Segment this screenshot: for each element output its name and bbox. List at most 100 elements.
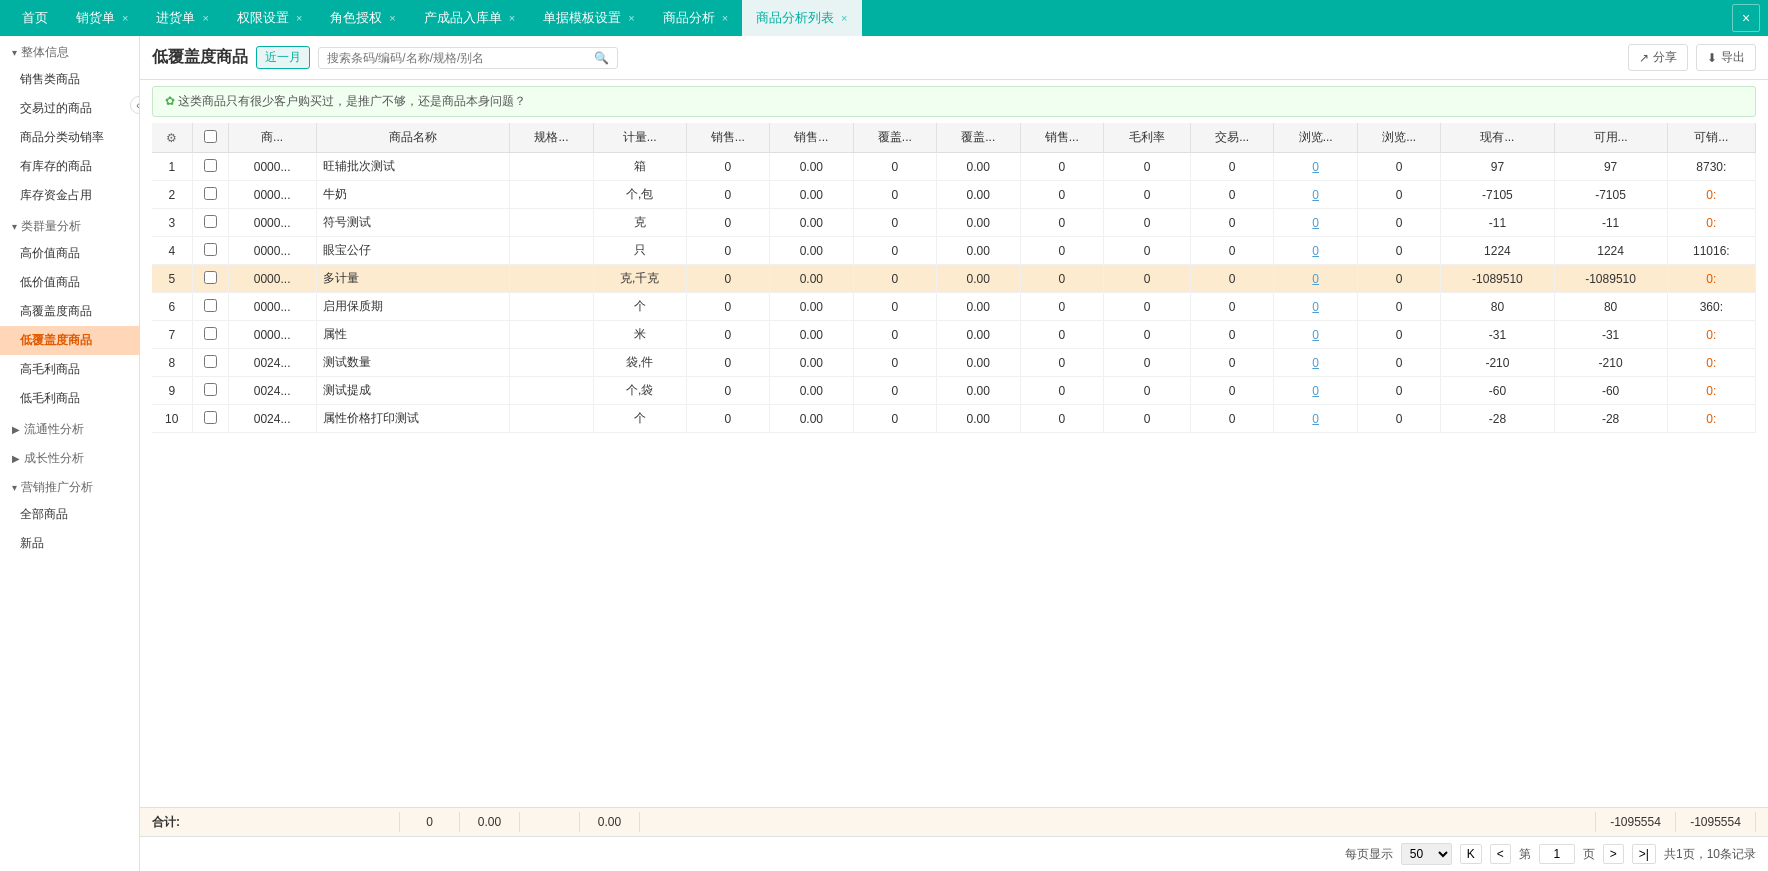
nav-purchase-close[interactable]: × — [202, 12, 208, 24]
sidebar-section-marketing[interactable]: ▾ 营销推广分析 — [0, 471, 139, 500]
table-cell: 0 — [1357, 265, 1440, 293]
page-number-input[interactable] — [1539, 844, 1575, 864]
sidebar-item-high-gross[interactable]: 高毛利商品 — [0, 355, 139, 384]
table-cell: 0 — [686, 377, 769, 405]
sidebar-item-in-stock[interactable]: 有库存的商品 — [0, 152, 139, 181]
table-cell: 0 — [1190, 321, 1273, 349]
sidebar-section-liquidity[interactable]: ▶ 流通性分析 — [0, 413, 139, 442]
total-records: 共1页，10条记录 — [1664, 846, 1756, 863]
table-cell[interactable] — [192, 153, 228, 181]
sidebar-item-sales-goods[interactable]: 销售类商品 — [0, 65, 139, 94]
sidebar-item-low-gross[interactable]: 低毛利商品 — [0, 384, 139, 413]
table-cell[interactable] — [192, 209, 228, 237]
nav-goods-analysis-close[interactable]: × — [722, 12, 728, 24]
table-cell: 0.00 — [770, 377, 853, 405]
sidebar-item-high-coverage[interactable]: 高覆盖度商品 — [0, 297, 139, 326]
table-cell[interactable] — [192, 405, 228, 433]
nav-home[interactable]: 首页 — [8, 0, 62, 36]
prev-page-button[interactable]: < — [1490, 844, 1511, 864]
table-cell: 0 — [1357, 181, 1440, 209]
nav-product-inbound-close[interactable]: × — [509, 12, 515, 24]
last-page-button[interactable]: >| — [1632, 844, 1656, 864]
share-button[interactable]: ↗ 分享 — [1628, 44, 1688, 71]
table-cell: 0024... — [228, 349, 316, 377]
next-page-button[interactable]: > — [1603, 844, 1624, 864]
sidebar-item-all-goods[interactable]: 全部商品 — [0, 500, 139, 529]
table-cell: 360: — [1667, 293, 1755, 321]
sidebar-section-cluster[interactable]: ▾ 类群量分析 — [0, 210, 139, 239]
col-code: 商... — [228, 123, 316, 153]
table-row: 50000...多计量克,千克00.0000.0000000-1089510-1… — [152, 265, 1756, 293]
table-cell: 0 — [1020, 153, 1103, 181]
sidebar-section-overall[interactable]: ▾ 整体信息 — [0, 36, 139, 65]
info-banner: ✿ 这类商品只有很少客户购买过，是推广不够，还是商品本身问题？ — [152, 86, 1756, 117]
sidebar-item-low-value[interactable]: 低价值商品 — [0, 268, 139, 297]
sidebar-item-traded-goods[interactable]: 交易过的商品 — [0, 94, 139, 123]
section-arrow-overall: ▾ — [12, 47, 17, 58]
sidebar-item-category-rate[interactable]: 商品分类动销率 — [0, 123, 139, 152]
table-cell[interactable] — [192, 349, 228, 377]
nav-purchase[interactable]: 进货单 × — [142, 0, 222, 36]
sidebar: « ▾ 整体信息 销售类商品 交易过的商品 商品分类动销率 有库存的商品 库存资… — [0, 36, 140, 871]
table-cell: 0 — [1103, 293, 1190, 321]
nav-sales-close[interactable]: × — [122, 12, 128, 24]
table-cell: 0.00 — [770, 265, 853, 293]
sidebar-item-low-coverage[interactable]: 低覆盖度商品 — [0, 326, 139, 355]
table-cell: 0 — [1274, 293, 1357, 321]
table-cell[interactable] — [192, 181, 228, 209]
table-cell: 属性 — [316, 321, 510, 349]
nav-role[interactable]: 角色授权 × — [316, 0, 409, 36]
table-cell: 0.00 — [937, 237, 1020, 265]
table-cell: 多计量 — [316, 265, 510, 293]
table-row: 40000...眼宝公仔只00.0000.0000000122412241101… — [152, 237, 1756, 265]
nav-permission[interactable]: 权限设置 × — [223, 0, 316, 36]
table-cell[interactable] — [192, 237, 228, 265]
table-cell: 0 — [1103, 265, 1190, 293]
table-cell: 97 — [1554, 153, 1667, 181]
nav-template-close[interactable]: × — [628, 12, 634, 24]
sidebar-item-new-goods[interactable]: 新品 — [0, 529, 139, 558]
section-arrow-liquidity: ▶ — [12, 424, 20, 435]
table-cell: 10 — [152, 405, 192, 433]
table-cell[interactable] — [192, 293, 228, 321]
table-cell — [510, 181, 593, 209]
table-cell: 只 — [593, 237, 686, 265]
table-cell: 符号测试 — [316, 209, 510, 237]
table-cell: 0 — [686, 153, 769, 181]
table-cell: 4 — [152, 237, 192, 265]
nav-template-settings[interactable]: 单据模板设置 × — [529, 0, 648, 36]
page-size-select[interactable]: 50 100 200 — [1401, 843, 1452, 865]
table-cell: -28 — [1554, 405, 1667, 433]
table-cell: 0 — [1020, 349, 1103, 377]
nav-goods-analysis-list-close[interactable]: × — [841, 12, 847, 24]
sidebar-item-high-value[interactable]: 高价值商品 — [0, 239, 139, 268]
search-input[interactable] — [327, 51, 590, 65]
search-icon[interactable]: 🔍 — [594, 51, 609, 65]
table-cell: -31 — [1441, 321, 1554, 349]
select-all-checkbox[interactable] — [204, 130, 217, 143]
window-close-button[interactable]: × — [1732, 4, 1760, 32]
nav-goods-analysis-list[interactable]: 商品分析列表 × — [742, 0, 861, 36]
filter-button[interactable]: 近一月 — [256, 46, 310, 69]
nav-permission-close[interactable]: × — [296, 12, 302, 24]
table-cell[interactable] — [192, 321, 228, 349]
nav-sales[interactable]: 销货单 × — [62, 0, 142, 36]
table-cell: 0000... — [228, 293, 316, 321]
nav-role-close[interactable]: × — [389, 12, 395, 24]
col-trade: 交易... — [1190, 123, 1273, 153]
table-cell: 0: — [1667, 377, 1755, 405]
table-cell: 0 — [1274, 405, 1357, 433]
table-cell[interactable] — [192, 377, 228, 405]
first-page-button[interactable]: K — [1460, 844, 1482, 864]
col-checkbox[interactable] — [192, 123, 228, 153]
table-cell[interactable] — [192, 265, 228, 293]
sidebar-section-growth[interactable]: ▶ 成长性分析 — [0, 442, 139, 471]
export-button[interactable]: ⬇ 导出 — [1696, 44, 1756, 71]
col-settings[interactable]: ⚙ — [152, 123, 192, 153]
col-unit: 计量... — [593, 123, 686, 153]
sidebar-item-stock-capital[interactable]: 库存资金占用 — [0, 181, 139, 210]
nav-product-inbound[interactable]: 产成品入库单 × — [410, 0, 529, 36]
nav-goods-analysis[interactable]: 商品分析 × — [649, 0, 742, 36]
table-cell — [510, 405, 593, 433]
table-cell: 0024... — [228, 405, 316, 433]
